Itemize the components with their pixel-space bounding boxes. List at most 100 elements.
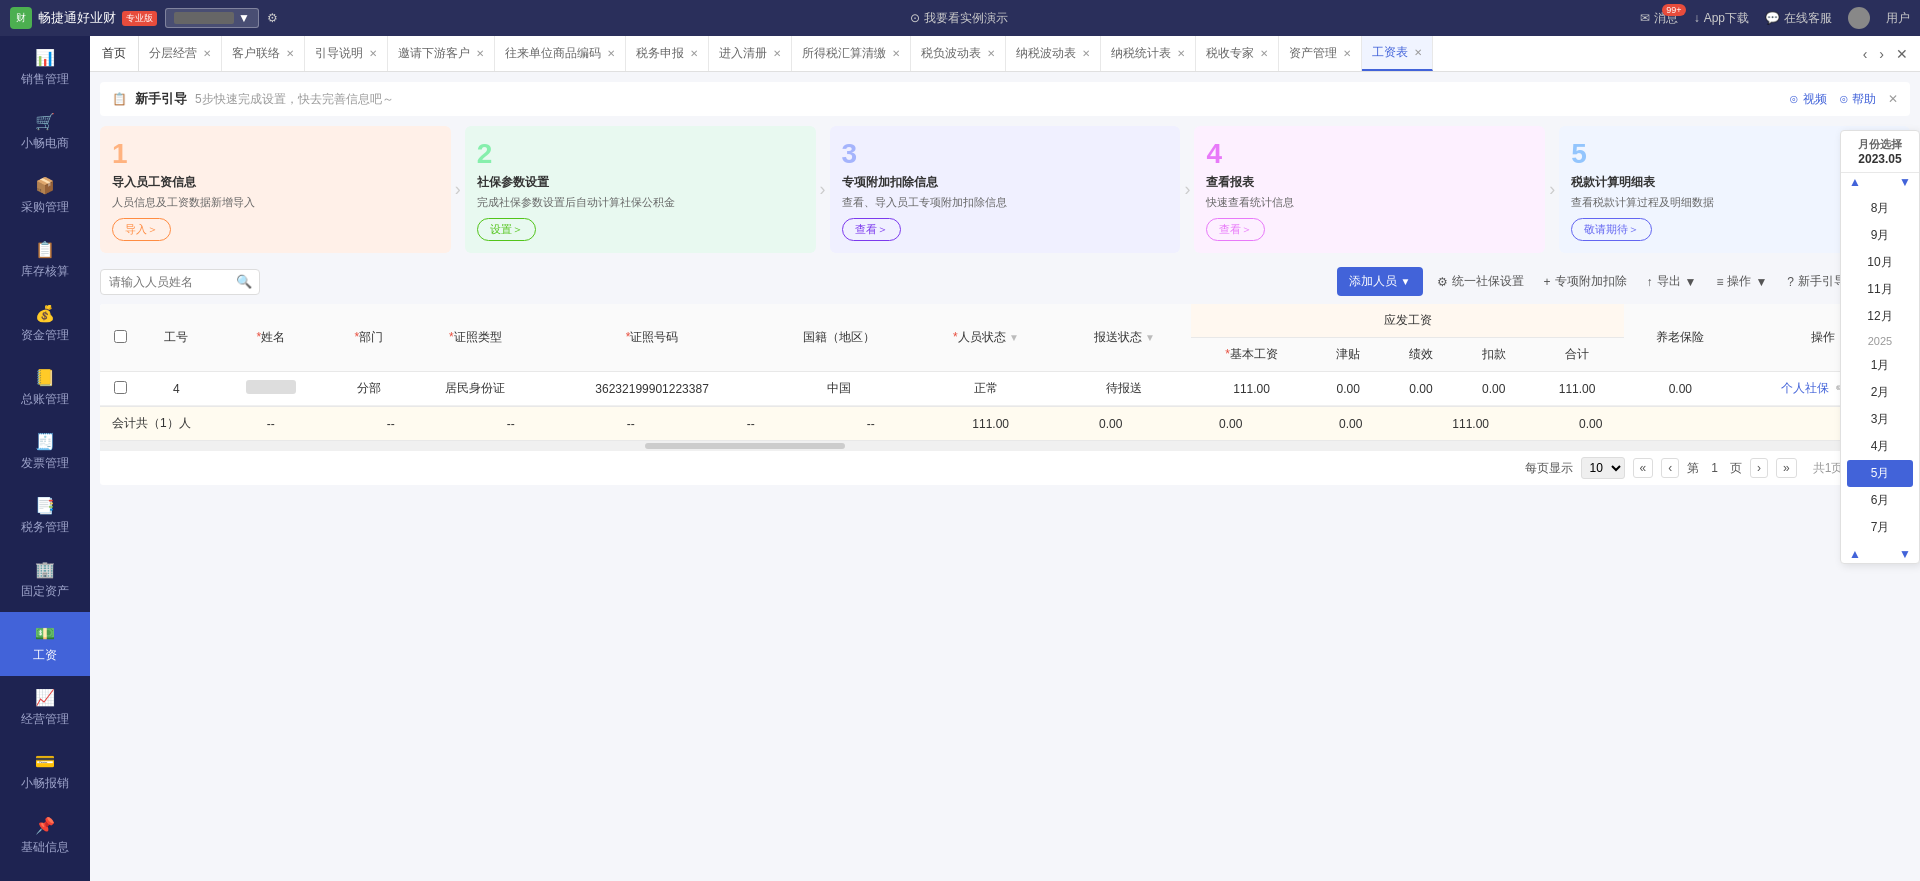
- last-page-btn[interactable]: »: [1776, 458, 1797, 478]
- action-social-link[interactable]: 个人社保: [1781, 381, 1829, 395]
- row-select-checkbox[interactable]: [114, 381, 127, 394]
- month-9[interactable]: 9月: [1841, 222, 1919, 249]
- search-icon[interactable]: 🔍: [236, 274, 252, 289]
- step-2-btn[interactable]: 设置＞: [477, 218, 536, 241]
- tab-close-product[interactable]: ✕: [607, 48, 615, 59]
- sidebar-item-sales[interactable]: 📊 销售管理: [0, 36, 90, 100]
- sidebar-item-system[interactable]: ⚙️ 系统管理: [0, 868, 90, 881]
- month-expand-up-btn[interactable]: ▲: [1849, 547, 1861, 561]
- tab-close-taxfluctuation[interactable]: ✕: [1082, 48, 1090, 59]
- tab-close-hierarchy[interactable]: ✕: [203, 48, 211, 59]
- month-2[interactable]: 2月: [1841, 379, 1919, 406]
- month-5[interactable]: 5月: [1847, 460, 1913, 487]
- step-1-btn[interactable]: 导入＞: [112, 218, 171, 241]
- sidebar-item-ecommerce[interactable]: 🛒 小畅电商: [0, 100, 90, 164]
- sidebar-label-ecommerce: 小畅电商: [21, 135, 69, 152]
- month-12[interactable]: 12月: [1841, 303, 1919, 330]
- operations-btn[interactable]: ≡ 操作 ▼: [1710, 269, 1773, 294]
- page-size-select[interactable]: 10 20 50: [1581, 457, 1625, 479]
- step-5-btn[interactable]: 敬请期待＞: [1571, 218, 1652, 241]
- add-employee-btn[interactable]: 添加人员 ▼: [1337, 267, 1423, 296]
- tab-taxexpert[interactable]: 税收专家 ✕: [1196, 36, 1279, 71]
- tab-close-taxexpert[interactable]: ✕: [1260, 48, 1268, 59]
- month-10[interactable]: 10月: [1841, 249, 1919, 276]
- tab-close-taxexemption[interactable]: ✕: [987, 48, 995, 59]
- tab-taxexemption[interactable]: 税负波动表 ✕: [911, 36, 1006, 71]
- prev-page-btn[interactable]: ‹: [1661, 458, 1679, 478]
- tab-taxcalc[interactable]: 所得税汇算清缴 ✕: [792, 36, 911, 71]
- month-11[interactable]: 11月: [1841, 276, 1919, 303]
- tab-tax-report[interactable]: 税务申报 ✕: [626, 36, 709, 71]
- special-deduction-btn[interactable]: + 专项附加扣除: [1538, 269, 1633, 294]
- tab-close-payroll[interactable]: ✕: [1414, 47, 1422, 58]
- month-3[interactable]: 3月: [1841, 406, 1919, 433]
- tab-close-all-btn[interactable]: ✕: [1892, 44, 1912, 64]
- row-checkbox[interactable]: [100, 372, 140, 406]
- reportstatus-filter-icon[interactable]: ▼: [1145, 332, 1155, 343]
- sidebar-item-ledger[interactable]: 📒 总账管理: [0, 356, 90, 420]
- sidebar-item-tax[interactable]: 📑 税务管理: [0, 484, 90, 548]
- settings-icon[interactable]: ⚙: [267, 11, 278, 25]
- sidebar-item-salary[interactable]: 💵 工资: [0, 612, 90, 676]
- tab-payroll[interactable]: 工资表 ✕: [1362, 36, 1433, 71]
- tab-close-crm[interactable]: ✕: [286, 48, 294, 59]
- sidebar-item-invoice[interactable]: 🧾 发票管理: [0, 420, 90, 484]
- sidebar-item-inventory[interactable]: 📋 库存核算: [0, 228, 90, 292]
- guide-video-link[interactable]: ⊙ 视频: [1789, 91, 1826, 108]
- first-page-btn[interactable]: «: [1633, 458, 1654, 478]
- month-4[interactable]: 4月: [1841, 433, 1919, 460]
- month-next-btn[interactable]: ▼: [1899, 175, 1911, 189]
- demo-btn[interactable]: ⊙ 我要看实例演示: [910, 10, 1008, 27]
- month-8[interactable]: 8月: [1841, 195, 1919, 222]
- sidebar-item-report[interactable]: 💳 小畅报销: [0, 740, 90, 804]
- social-settings-btn[interactable]: ⚙ 统一社保设置: [1431, 269, 1530, 294]
- scrollbar-thumb[interactable]: [645, 443, 845, 449]
- sidebar-item-operations[interactable]: 📈 经营管理: [0, 676, 90, 740]
- tab-guide-intro[interactable]: 引导说明 ✕: [305, 36, 388, 71]
- step-3-btn[interactable]: 查看＞: [842, 218, 901, 241]
- tab-taxstats[interactable]: 纳税统计表 ✕: [1101, 36, 1196, 71]
- company-dropdown[interactable]: ▼: [165, 8, 259, 28]
- table-scroll[interactable]: 工号 *姓名 *部门 *证照类型 *证照号码 国籍（地区） *人员状态 ▼: [100, 304, 1910, 406]
- tab-close-taxreport[interactable]: ✕: [690, 48, 698, 59]
- step-4-btn[interactable]: 查看＞: [1206, 218, 1265, 241]
- tab-close-inventory[interactable]: ✕: [773, 48, 781, 59]
- month-6[interactable]: 6月: [1841, 487, 1919, 514]
- tab-close-invite[interactable]: ✕: [476, 48, 484, 59]
- online-service-btn[interactable]: 💬 在线客服: [1765, 10, 1832, 27]
- month-prev-btn[interactable]: ▲: [1849, 175, 1861, 189]
- status-filter-icon[interactable]: ▼: [1009, 332, 1019, 343]
- month-1[interactable]: 1月: [1841, 352, 1919, 379]
- tab-taxfluctuation[interactable]: 纳税波动表 ✕: [1006, 36, 1101, 71]
- sidebar-item-purchase[interactable]: 📦 采购管理: [0, 164, 90, 228]
- tab-prev-btn[interactable]: ‹: [1859, 44, 1872, 64]
- tab-hierarchy[interactable]: 分层经营 ✕: [139, 36, 222, 71]
- tab-invite[interactable]: 邀请下游客户 ✕: [388, 36, 495, 71]
- message-btn[interactable]: ✉ 消息 99+: [1640, 10, 1678, 27]
- sidebar-item-basic[interactable]: 📌 基础信息: [0, 804, 90, 868]
- tab-crm[interactable]: 客户联络 ✕: [222, 36, 305, 71]
- horizontal-scrollbar[interactable]: [100, 440, 1910, 450]
- app-download-btn[interactable]: ↓ App下载: [1694, 10, 1749, 27]
- select-all-checkbox[interactable]: [114, 330, 127, 343]
- next-page-btn[interactable]: ›: [1750, 458, 1768, 478]
- tab-home[interactable]: 首页: [90, 36, 139, 71]
- row-idnum: 36232199901223387: [542, 372, 763, 406]
- sidebar-item-finance[interactable]: 💰 资金管理: [0, 292, 90, 356]
- avatar[interactable]: [1848, 7, 1870, 29]
- tab-assetmgmt[interactable]: 资产管理 ✕: [1279, 36, 1362, 71]
- tab-next-btn[interactable]: ›: [1875, 44, 1888, 64]
- month-7[interactable]: 7月: [1841, 514, 1919, 541]
- tab-close-guide[interactable]: ✕: [369, 48, 377, 59]
- tab-product-code[interactable]: 往来单位商品编码 ✕: [495, 36, 626, 71]
- content-area: 首页 分层经营 ✕ 客户联络 ✕ 引导说明 ✕ 邀请下游客户 ✕ 往来单位商品编…: [90, 36, 1920, 881]
- guide-close-btn[interactable]: ✕: [1888, 92, 1898, 106]
- month-expand-down-btn[interactable]: ▼: [1899, 547, 1911, 561]
- tab-close-assetmgmt[interactable]: ✕: [1343, 48, 1351, 59]
- tab-close-taxcalc[interactable]: ✕: [892, 48, 900, 59]
- sidebar-item-assets[interactable]: 🏢 固定资产: [0, 548, 90, 612]
- tab-close-taxstats[interactable]: ✕: [1177, 48, 1185, 59]
- guide-help-link[interactable]: ⊙ 帮助: [1839, 91, 1876, 108]
- export-btn[interactable]: ↑ 导出 ▼: [1641, 269, 1703, 294]
- tab-inventory[interactable]: 进入清册 ✕: [709, 36, 792, 71]
